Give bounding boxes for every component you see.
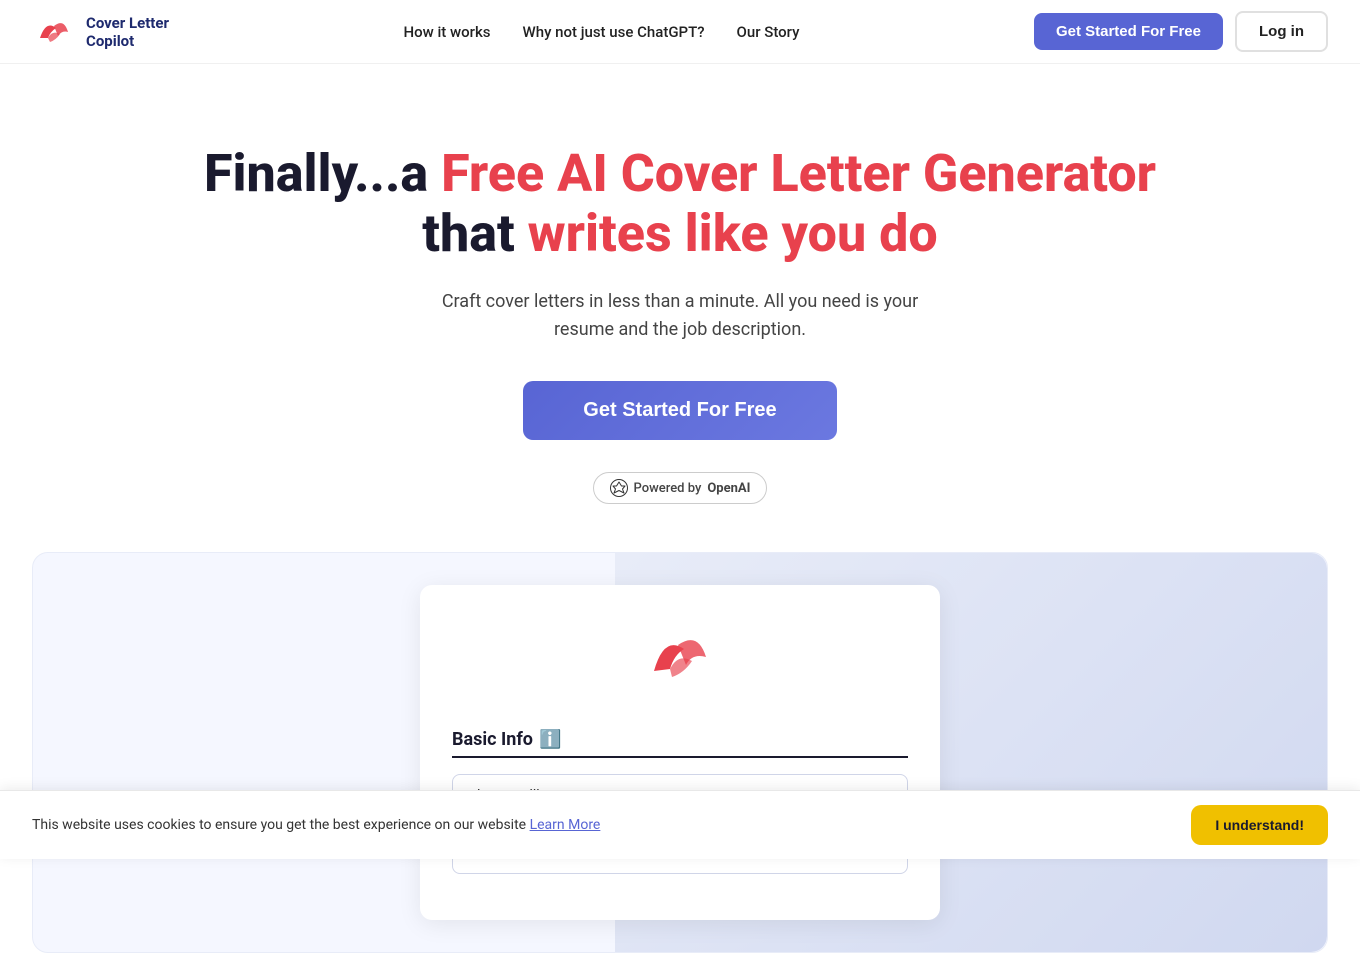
openai-label: OpenAI xyxy=(707,481,750,496)
brand-name: Cover LetterCopilot xyxy=(86,14,169,50)
nav-our-story[interactable]: Our Story xyxy=(737,23,800,41)
hero-title-highlight2: writes like you do xyxy=(528,203,938,264)
cookie-accept-button[interactable]: I understand! xyxy=(1191,805,1328,845)
nav-links: How it works Why not just use ChatGPT? O… xyxy=(403,23,799,41)
hero-title-highlight: Free AI Cover Letter Generator xyxy=(441,143,1156,204)
logo[interactable]: Cover LetterCopilot xyxy=(32,10,169,54)
hero-title-prefix: Finally...a xyxy=(204,143,441,204)
nav-how-it-works[interactable]: How it works xyxy=(403,23,490,41)
openai-icon xyxy=(610,479,628,497)
logo-icon xyxy=(32,10,76,54)
preview-logo-icon xyxy=(640,617,720,697)
cookie-text: This website uses cookies to ensure you … xyxy=(32,817,600,833)
preview-section: Basic Info ℹ️ xyxy=(32,552,1328,953)
preview-form-card: Basic Info ℹ️ xyxy=(420,585,940,920)
hero-section: Finally...a Free AI Cover Letter Generat… xyxy=(0,64,1360,552)
nav-cta-button[interactable]: Get Started For Free xyxy=(1034,13,1223,50)
powered-by-badge: Powered by OpenAI xyxy=(593,472,768,504)
nav-login-button[interactable]: Log in xyxy=(1235,11,1328,52)
hero-title-suffix: that xyxy=(422,203,527,264)
hero-title: Finally...a Free AI Cover Letter Generat… xyxy=(32,144,1328,264)
preview-logo xyxy=(452,617,908,701)
cookie-banner: This website uses cookies to ensure you … xyxy=(0,790,1360,859)
cookie-learn-more-link[interactable]: Learn More xyxy=(530,817,601,833)
hero-cta-button[interactable]: Get Started For Free xyxy=(523,381,836,440)
hero-subtitle: Craft cover letters in less than a minut… xyxy=(32,288,1328,346)
form-section-title: Basic Info ℹ️ xyxy=(452,729,908,758)
nav-right: Get Started For Free Log in xyxy=(1034,11,1328,52)
info-icon: ℹ️ xyxy=(539,729,561,750)
powered-by-label: Powered by xyxy=(634,481,702,496)
nav-why-chatgpt[interactable]: Why not just use ChatGPT? xyxy=(523,23,705,41)
navbar: Cover LetterCopilot How it works Why not… xyxy=(0,0,1360,64)
